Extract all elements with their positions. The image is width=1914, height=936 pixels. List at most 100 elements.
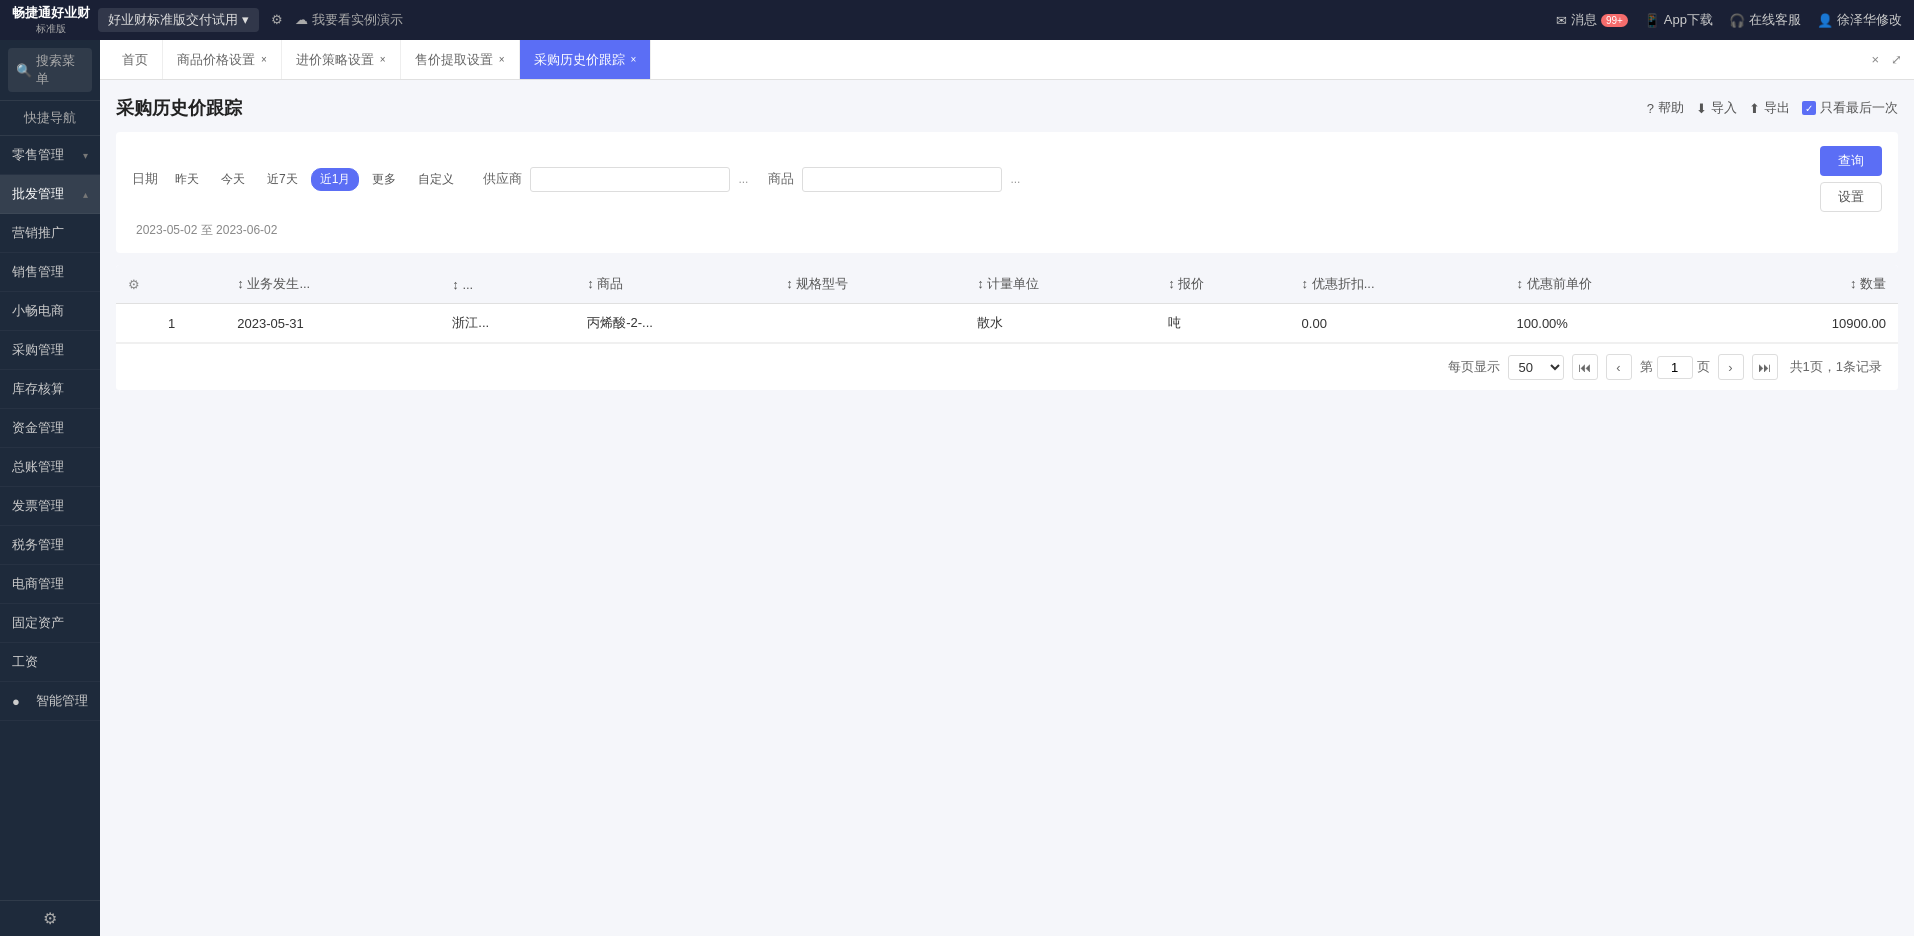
column-settings-icon[interactable]: ⚙ <box>128 277 140 292</box>
sidebar-item-intelligence[interactable]: ● 智能管理 <box>0 682 100 721</box>
sidebar-item-sales[interactable]: 销售管理 <box>0 253 100 292</box>
help-button[interactable]: ? 帮助 <box>1647 99 1684 117</box>
import-icon: ⬇ <box>1696 101 1707 116</box>
message-icon: ✉ <box>1556 13 1567 28</box>
col-settings[interactable]: ⚙ <box>116 265 156 304</box>
table-header-row: ⚙ ↕ 业务发生... ↕ ... ↕ 商品 <box>116 265 1898 304</box>
sidebar-item-ecommerce[interactable]: 电商管理 <box>0 565 100 604</box>
close-all-tabs-button[interactable]: × <box>1867 48 1883 71</box>
import-button[interactable]: ⬇ 导入 <box>1696 99 1737 117</box>
close-icon[interactable]: × <box>261 54 267 65</box>
settings-icon[interactable]: ⚙ <box>267 8 287 31</box>
sidebar-item-intelligence-label: 智能管理 <box>36 692 88 710</box>
first-page-button[interactable]: ⏮ <box>1572 354 1598 380</box>
online-support-label: 在线客服 <box>1749 11 1801 29</box>
sidebar-item-tax[interactable]: 税务管理 <box>0 526 100 565</box>
sidebar-item-marketing[interactable]: 营销推广 <box>0 214 100 253</box>
sidebar-item-finance-label: 资金管理 <box>12 419 64 437</box>
cell-discount: 100.00% <box>1505 304 1725 343</box>
settings-row-button[interactable]: 设置 <box>1820 182 1882 212</box>
messages-badge: 99+ <box>1601 14 1628 27</box>
edition-selector[interactable]: 好业财标准版交付试用 ▾ <box>98 8 259 32</box>
date-btn-today[interactable]: 今天 <box>212 168 254 191</box>
supplier-label: 供应商 <box>483 170 522 188</box>
col-goods[interactable]: ↕ 商品 <box>575 265 774 304</box>
col-spec[interactable]: ↕ 规格型号 <box>774 265 965 304</box>
close-icon[interactable]: × <box>499 54 505 65</box>
goods-dots[interactable]: ... <box>1010 172 1020 186</box>
col-pre-discount-price[interactable]: ↕ 优惠前单价 <box>1505 265 1725 304</box>
col-quote[interactable]: ↕ 报价 <box>1156 265 1289 304</box>
sidebar-item-purchase[interactable]: 采购管理 <box>0 331 100 370</box>
avatar-icon: 👤 <box>1817 13 1833 28</box>
tab-home[interactable]: 首页 <box>108 40 163 79</box>
date-btn-yesterday[interactable]: 昨天 <box>166 168 208 191</box>
cell-index: 1 <box>156 304 225 343</box>
next-page-button[interactable]: › <box>1718 354 1744 380</box>
sidebar-item-assets-label: 固定资产 <box>12 614 64 632</box>
sidebar-settings-icon[interactable]: ⚙ <box>43 910 57 927</box>
app-download-button[interactable]: 📱 App下载 <box>1644 11 1713 29</box>
demo-button[interactable]: ☁ 我要看实例演示 <box>295 11 403 29</box>
date-btn-more[interactable]: 更多 <box>363 168 405 191</box>
page-number-input[interactable] <box>1657 356 1693 379</box>
cell-price-unit: 吨 <box>1156 304 1289 343</box>
cell-spec <box>774 304 965 343</box>
edition-selector-label: 好业财标准版交付试用 <box>108 11 238 29</box>
tab-purchase-strategy[interactable]: 进价策略设置 × <box>282 40 401 79</box>
col-quantity[interactable]: ↕ 数量 <box>1724 265 1898 304</box>
top-header: 畅捷通好业财 标准版 好业财标准版交付试用 ▾ ⚙ ☁ 我要看实例演示 ✉ 消息… <box>0 0 1914 40</box>
online-support-button[interactable]: 🎧 在线客服 <box>1729 11 1801 29</box>
export-button[interactable]: ⬆ 导出 <box>1749 99 1790 117</box>
messages-button[interactable]: ✉ 消息 99+ <box>1556 11 1628 29</box>
col-dots[interactable]: ↕ ... <box>440 265 575 304</box>
sidebar-item-quick-nav[interactable]: 快捷导航 <box>0 101 100 136</box>
supplier-input[interactable] <box>530 167 730 192</box>
cell-gear <box>116 304 156 343</box>
user-menu-button[interactable]: 👤 徐泽华修改 <box>1817 11 1902 29</box>
close-icon[interactable]: × <box>380 54 386 65</box>
sidebar-item-wholesale-label: 批发管理 <box>12 185 64 203</box>
last-only-label: 只看最后一次 <box>1820 99 1898 117</box>
user-name: 徐泽华修改 <box>1837 11 1902 29</box>
supplier-dots[interactable]: ... <box>738 172 748 186</box>
query-button[interactable]: 查询 <box>1820 146 1882 176</box>
date-btn-custom[interactable]: 自定义 <box>409 168 463 191</box>
sidebar-item-invoice[interactable]: 发票管理 <box>0 487 100 526</box>
per-page-label: 每页显示 <box>1448 358 1500 376</box>
sidebar-item-retail[interactable]: 零售管理 ▾ <box>0 136 100 175</box>
date-btn-1month[interactable]: 近1月 <box>311 168 360 191</box>
cell-date: 2023-05-31 <box>225 304 440 343</box>
chevron-icon: ▾ <box>83 150 88 161</box>
date-btn-7days[interactable]: 近7天 <box>258 168 307 191</box>
sidebar-item-payroll-label: 工资 <box>12 653 38 671</box>
tab-purchase-history[interactable]: 采购历史价跟踪 × <box>520 40 652 79</box>
col-discount[interactable]: ↕ 优惠折扣... <box>1290 265 1505 304</box>
last-page-button[interactable]: ⏭ <box>1752 354 1778 380</box>
close-icon[interactable]: × <box>631 54 637 65</box>
last-only-checkbox[interactable]: ✓ 只看最后一次 <box>1802 99 1898 117</box>
prev-page-button[interactable]: ‹ <box>1606 354 1632 380</box>
sidebar-item-payroll[interactable]: 工资 <box>0 643 100 682</box>
filter-panel: 日期 昨天 今天 近7天 近1月 更多 自定义 供应商 ... <box>116 132 1898 253</box>
tab-sale-extract[interactable]: 售价提取设置 × <box>401 40 520 79</box>
search-menu-button[interactable]: 🔍 搜索菜单 <box>8 48 92 92</box>
tab-purchase-strategy-label: 进价策略设置 <box>296 51 374 69</box>
sidebar-item-ecommerce-small[interactable]: 小畅电商 <box>0 292 100 331</box>
cell-quote: 0.00 <box>1290 304 1505 343</box>
sidebar-item-inventory[interactable]: 库存核算 <box>0 370 100 409</box>
col-unit[interactable]: ↕ 计量单位 <box>965 265 1156 304</box>
sidebar-item-wholesale[interactable]: 批发管理 ▴ <box>0 175 100 214</box>
sidebar-item-assets[interactable]: 固定资产 <box>0 604 100 643</box>
help-label: 帮助 <box>1658 99 1684 117</box>
date-range-display: 2023-05-02 至 2023-06-02 <box>136 222 277 239</box>
goods-input[interactable] <box>802 167 1002 192</box>
sidebar-search-area[interactable]: 🔍 搜索菜单 <box>0 40 100 101</box>
per-page-select[interactable]: 50 100 200 <box>1508 355 1564 380</box>
table-row: 1 2023-05-31 浙江... 丙烯酸-2-... 散水 吨 0.00 1… <box>116 304 1898 343</box>
tab-price-settings[interactable]: 商品价格设置 × <box>163 40 282 79</box>
col-date[interactable]: ↕ 业务发生... <box>225 265 440 304</box>
expand-icon[interactable]: ⤢ <box>1887 48 1906 71</box>
sidebar-item-ledger[interactable]: 总账管理 <box>0 448 100 487</box>
sidebar-item-finance[interactable]: 资金管理 <box>0 409 100 448</box>
